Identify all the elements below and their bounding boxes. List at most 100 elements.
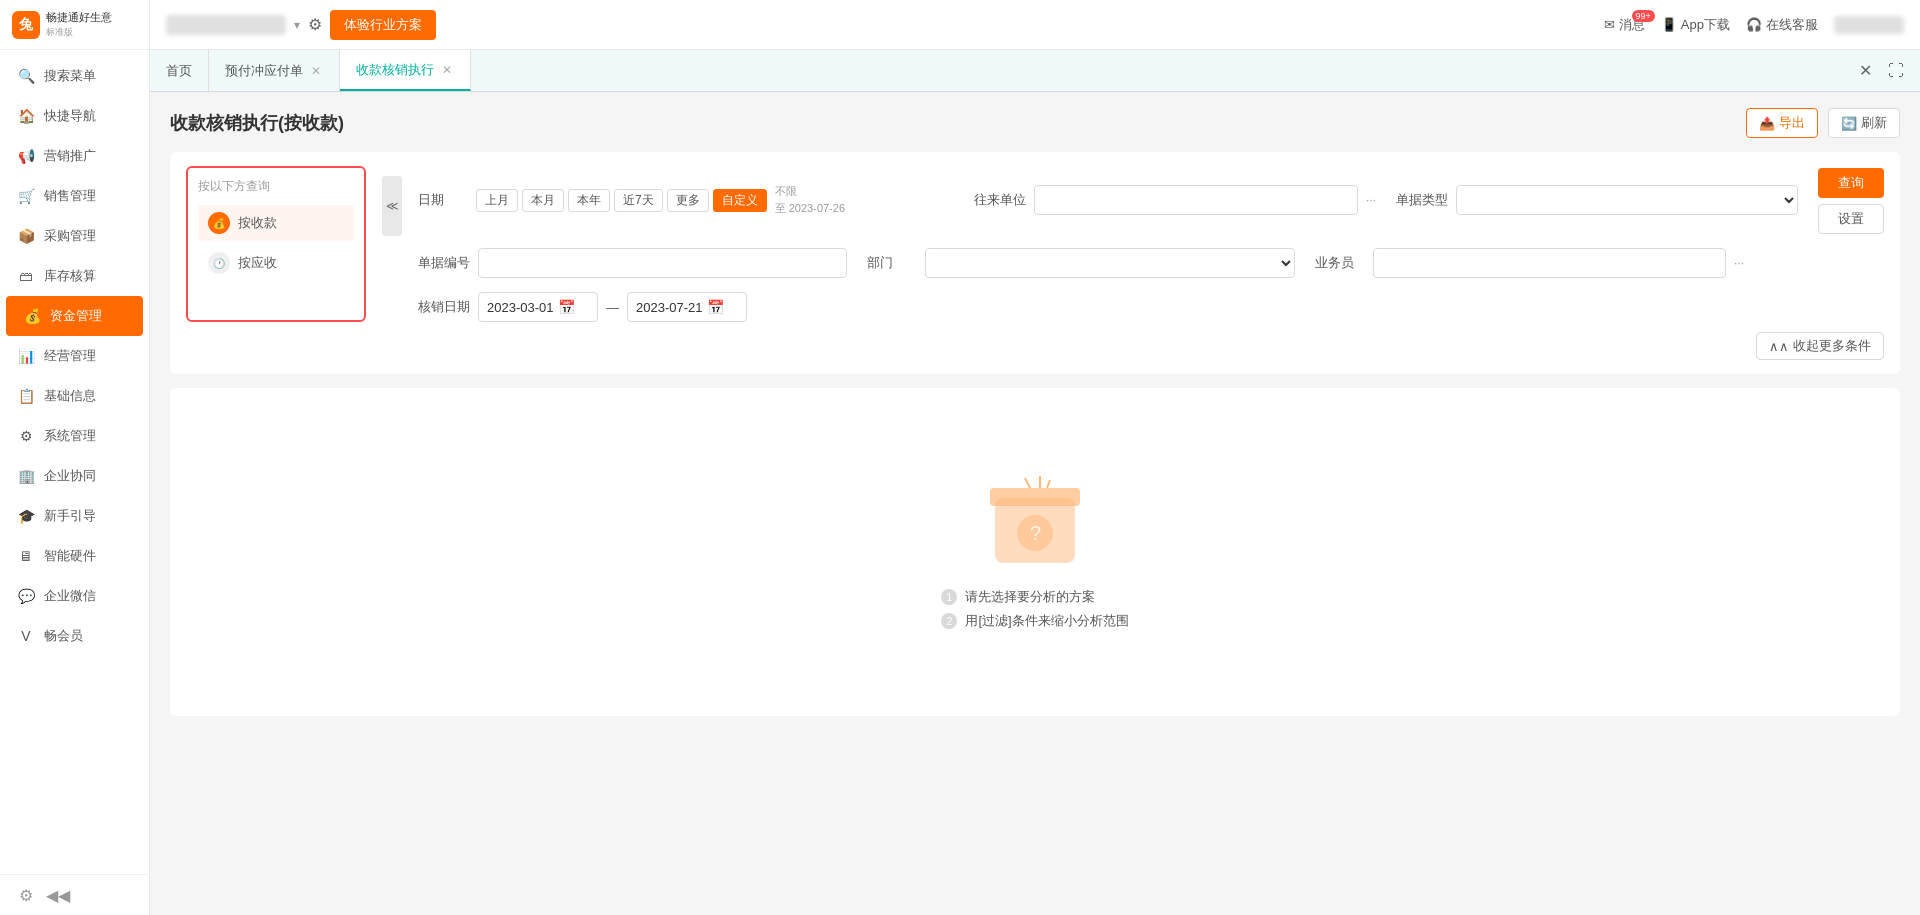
settings-button[interactable]: 设置 xyxy=(1818,204,1884,234)
message-button[interactable]: ✉ 消息 99+ xyxy=(1604,16,1645,34)
date-btn-this-year[interactable]: 本年 xyxy=(568,189,610,212)
export-label: 导出 xyxy=(1779,114,1805,132)
tab-home-label: 首页 xyxy=(166,62,192,80)
home-icon: 🏠 xyxy=(16,106,36,126)
sidebar-item-enterprise[interactable]: 🏢 企业协同 xyxy=(0,456,149,496)
page-header: 收款核销执行(按收款) 📤 导出 🔄 刷新 xyxy=(170,108,1900,138)
collapse-panel-button[interactable]: ≪ xyxy=(382,176,402,236)
sidebar-item-search[interactable]: 🔍 搜索菜单 xyxy=(0,56,149,96)
tab-prepay-label: 预付冲应付单 xyxy=(225,62,303,80)
topbar-company-name xyxy=(166,15,286,35)
docno-input[interactable] xyxy=(478,248,847,278)
sidebar-item-weixin[interactable]: 💬 企业微信 xyxy=(0,576,149,616)
sidebar-label-search: 搜索菜单 xyxy=(44,67,96,85)
logo-title: 畅捷通好生意 xyxy=(46,10,112,24)
writeoff-start-value: 2023-03-01 xyxy=(487,300,554,315)
staff-more-btn[interactable]: ··· xyxy=(1734,256,1744,270)
filter-top: 按以下方查询 💰 按收款 🕐 按应收 ≪ xyxy=(186,166,1884,322)
sidebar-item-system[interactable]: ⚙ 系统管理 xyxy=(0,416,149,456)
filter-option-receipt[interactable]: 💰 按收款 xyxy=(198,205,354,241)
sidebar-item-sales[interactable]: 🛒 销售管理 xyxy=(0,176,149,216)
dept-select[interactable] xyxy=(925,248,1296,278)
marketing-icon: 📢 xyxy=(16,146,36,166)
date-btn-last-month[interactable]: 上月 xyxy=(476,189,518,212)
purchase-icon: 📦 xyxy=(16,226,36,246)
collapse-more-button[interactable]: ∧∧ 收起更多条件 xyxy=(1756,332,1884,360)
topbar-gear-icon[interactable]: ⚙ xyxy=(308,15,322,34)
writeoff-end-calendar-icon[interactable]: 📅 xyxy=(707,299,724,315)
writeoff-end-date[interactable]: 2023-07-21 📅 xyxy=(627,292,747,322)
tab-home[interactable]: 首页 xyxy=(150,50,209,91)
filter-group-staff: 业务员 ··· xyxy=(1315,248,1744,278)
sidebar-item-operation[interactable]: 📊 经营管理 xyxy=(0,336,149,376)
sidebar-label-operation: 经营管理 xyxy=(44,347,96,365)
receivable-option-icon: 🕐 xyxy=(208,252,230,274)
sidebar-label-basic: 基础信息 xyxy=(44,387,96,405)
writeoff-start-date[interactable]: 2023-03-01 📅 xyxy=(478,292,598,322)
filter-right: 日期 上月 本月 本年 近7天 更多 自定义 不限 至 xyxy=(418,166,1884,322)
counterpart-label: 往来单位 xyxy=(974,191,1026,209)
sidebar-item-guide[interactable]: 🎓 新手引导 xyxy=(0,496,149,536)
collapse-sidebar-icon[interactable]: ◀◀ xyxy=(48,885,68,905)
export-button[interactable]: 📤 导出 xyxy=(1746,108,1818,138)
tab-expand-icon[interactable]: ⛶ xyxy=(1884,58,1908,84)
sidebar-item-quicknav[interactable]: 🏠 快捷导航 xyxy=(0,96,149,136)
sidebar-label-hardware: 智能硬件 xyxy=(44,547,96,565)
message-badge: 99+ xyxy=(1632,10,1655,22)
date-buttons: 上月 本月 本年 近7天 更多 自定义 xyxy=(476,189,767,212)
refresh-button[interactable]: 🔄 刷新 xyxy=(1828,108,1900,138)
tab-collection-close[interactable]: ✕ xyxy=(440,61,454,79)
receipt-option-label: 按收款 xyxy=(238,214,277,232)
sidebar-item-basic[interactable]: 📋 基础信息 xyxy=(0,376,149,416)
app-download-button[interactable]: 📱 App下载 xyxy=(1661,16,1730,34)
sidebar-item-fund[interactable]: 💰 资金管理 xyxy=(6,296,143,336)
app-icon: 📱 xyxy=(1661,17,1677,32)
sidebar-item-hardware[interactable]: 🖥 智能硬件 xyxy=(0,536,149,576)
step-2-icon: 2 xyxy=(941,613,957,629)
filter-panel-title: 按以下方查询 xyxy=(198,178,354,195)
empty-text: 1 请先选择要分析的方案 2 用[过滤]条件来缩小分析范围 xyxy=(941,588,1128,636)
settings-footer-icon[interactable]: ⚙ xyxy=(16,885,36,905)
inventory-icon: 🗃 xyxy=(16,266,36,286)
filter-group-dept: 部门 xyxy=(867,248,1296,278)
receipt-option-icon: 💰 xyxy=(208,212,230,234)
filter-option-receivable[interactable]: 🕐 按应收 xyxy=(198,245,354,281)
member-icon: V xyxy=(16,626,36,646)
date-btn-more[interactable]: 更多 xyxy=(667,189,709,212)
filter-row-3: 核销日期 2023-03-01 📅 — 2023-07-21 📅 xyxy=(418,292,1884,322)
online-service-button[interactable]: 🎧 在线客服 xyxy=(1746,16,1818,34)
tab-prepay-close[interactable]: ✕ xyxy=(309,62,323,80)
collapse-more-area: ∧∧ 收起更多条件 xyxy=(186,332,1884,360)
date-btn-custom[interactable]: 自定义 xyxy=(713,189,767,212)
sidebar-item-inventory[interactable]: 🗃 库存核算 xyxy=(0,256,149,296)
sidebar-item-marketing[interactable]: 📢 营销推广 xyxy=(0,136,149,176)
filter-group-doctype: 单据类型 xyxy=(1396,185,1798,215)
date-btn-7days[interactable]: 近7天 xyxy=(614,189,663,212)
sidebar-item-purchase[interactable]: 📦 采购管理 xyxy=(0,216,149,256)
sidebar-label-enterprise: 企业协同 xyxy=(44,467,96,485)
sidebar-item-member[interactable]: V 畅会员 xyxy=(0,616,149,656)
staff-input[interactable] xyxy=(1373,248,1726,278)
sidebar-label-system: 系统管理 xyxy=(44,427,96,445)
service-icon: 🎧 xyxy=(1746,17,1762,32)
tab-prepay[interactable]: 预付冲应付单 ✕ xyxy=(209,50,340,91)
writeoff-start-calendar-icon[interactable]: 📅 xyxy=(558,299,575,315)
date-btn-this-month[interactable]: 本月 xyxy=(522,189,564,212)
filter-group-date: 日期 上月 本月 本年 近7天 更多 自定义 不限 至 xyxy=(418,184,954,216)
sales-icon: 🛒 xyxy=(16,186,36,206)
sidebar-label-guide: 新手引导 xyxy=(44,507,96,525)
filter-row-2: 单据编号 部门 业务员 ··· xyxy=(418,248,1884,278)
industry-button[interactable]: 体验行业方案 xyxy=(330,10,436,40)
doctype-select[interactable] xyxy=(1456,185,1798,215)
query-button[interactable]: 查询 xyxy=(1818,168,1884,198)
main-area: ▾ ⚙ 体验行业方案 ✉ 消息 99+ 📱 App下载 🎧 在线客服 首页 xyxy=(150,0,1920,915)
counterpart-more-btn[interactable]: ··· xyxy=(1366,193,1376,207)
sidebar-nav: 🔍 搜索菜单 🏠 快捷导航 📢 营销推广 🛒 销售管理 📦 采购管理 🗃 库存核… xyxy=(0,50,149,874)
tab-close-all-icon[interactable]: ✕ xyxy=(1855,57,1876,84)
tab-collection[interactable]: 收款核销执行 ✕ xyxy=(340,50,471,91)
page-header-actions: 📤 导出 🔄 刷新 xyxy=(1746,108,1900,138)
topbar-dropdown-icon[interactable]: ▾ xyxy=(294,18,300,32)
export-icon: 📤 xyxy=(1759,116,1775,131)
counterpart-input[interactable] xyxy=(1034,185,1358,215)
logo-text-area: 畅捷通好生意 标准版 xyxy=(46,10,112,38)
